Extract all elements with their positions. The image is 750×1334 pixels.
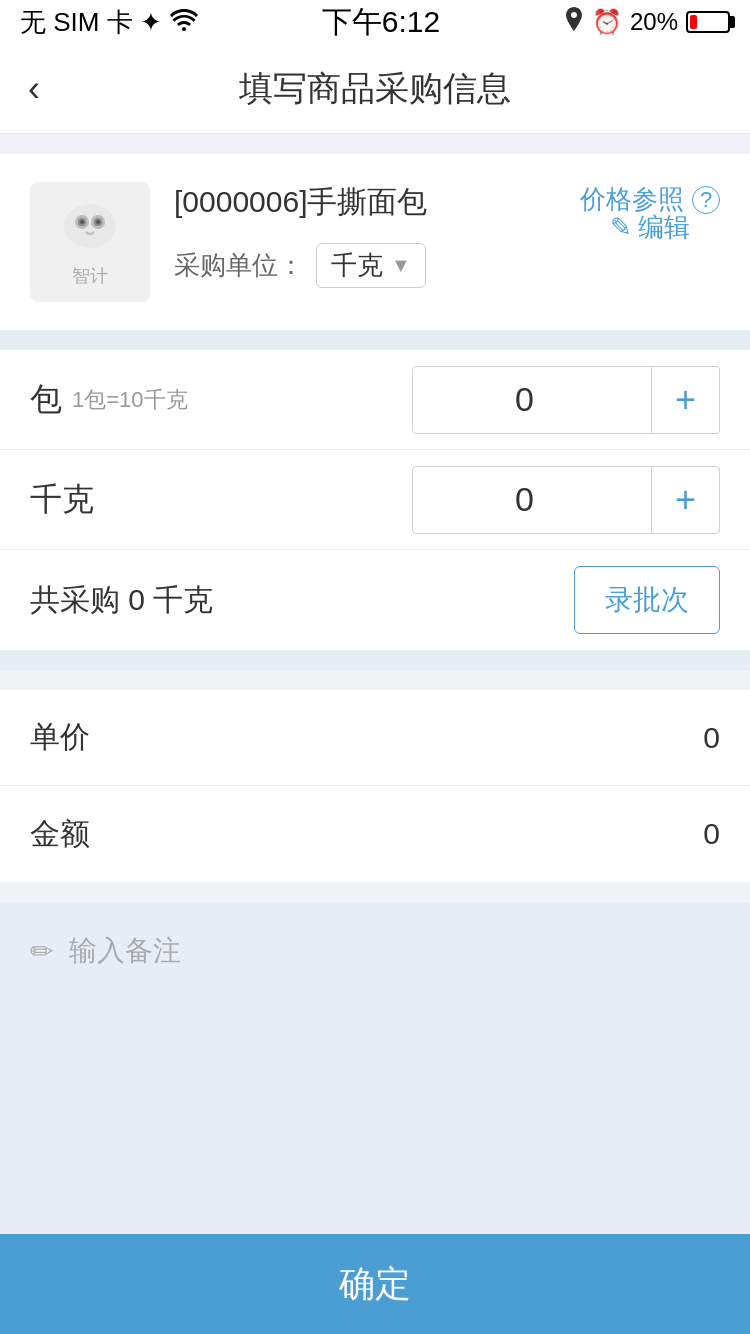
wifi-icon — [170, 7, 198, 38]
record-batch-button[interactable]: 录批次 — [574, 566, 720, 634]
section-divider-2 — [0, 650, 750, 670]
input-row-bao: 包 1包=10千克 + — [0, 350, 750, 450]
pencil-icon: ✏ — [30, 935, 53, 968]
bao-plus-button[interactable]: + — [652, 366, 720, 434]
status-left: 无 SIM 卡 ✦ — [20, 5, 198, 40]
product-logo-icon — [60, 196, 120, 260]
svg-point-6 — [96, 220, 100, 224]
price-section: 单价 0 金额 0 — [0, 690, 750, 882]
bao-sublabel: 1包=10千克 — [72, 385, 188, 415]
note-section[interactable]: ✏ 输入备注 — [0, 902, 750, 1000]
unit-price-value: 0 — [703, 721, 720, 755]
bao-input-group: + — [412, 366, 720, 434]
help-icon: ? — [692, 186, 720, 214]
price-ref-button[interactable]: 价格参照 ? — [580, 182, 720, 217]
unit-selector[interactable]: 千克 ▼ — [316, 243, 426, 288]
back-button[interactable]: ‹ — [28, 68, 40, 110]
amount-row: 金额 0 — [0, 786, 750, 882]
battery-percent: 20% — [630, 8, 678, 36]
battery-icon — [686, 11, 730, 33]
unit-value: 千克 — [331, 248, 383, 283]
nav-bar: ‹ 填写商品采购信息 — [0, 44, 750, 134]
amount-label: 金额 — [30, 814, 90, 855]
amount-value: 0 — [703, 817, 720, 851]
unit-price-row: 单价 0 — [0, 690, 750, 786]
summary-row: 共采购 0 千克 录批次 — [0, 550, 750, 650]
status-time: 下午6:12 — [322, 2, 440, 43]
sim-signal: 无 SIM 卡 ✦ — [20, 5, 162, 40]
input-row-kg: 千克 + — [0, 450, 750, 550]
kg-input-group: + — [412, 466, 720, 534]
product-image-sublabel: 智计 — [72, 264, 108, 288]
product-image: 智计 — [30, 182, 150, 302]
product-unit-row: 采购单位： 千克 ▼ — [174, 243, 720, 288]
svg-point-0 — [64, 204, 116, 248]
kg-plus-button[interactable]: + — [652, 466, 720, 534]
page-title: 填写商品采购信息 — [239, 66, 511, 112]
status-right: ⏰ 20% — [564, 7, 730, 37]
unit-label: 采购单位： — [174, 248, 304, 283]
location-icon — [564, 7, 584, 37]
summary-text: 共采购 0 千克 — [30, 580, 213, 621]
unit-price-label: 单价 — [30, 717, 90, 758]
confirm-button[interactable]: 确定 — [0, 1234, 750, 1334]
bao-label: 包 — [30, 378, 62, 422]
dropdown-icon: ▼ — [391, 254, 411, 277]
kg-input[interactable] — [412, 466, 652, 534]
price-ref-label: 价格参照 — [580, 182, 684, 217]
note-placeholder: 输入备注 — [69, 932, 181, 970]
section-divider-1 — [0, 330, 750, 350]
kg-label: 千克 — [30, 478, 94, 522]
alarm-icon: ⏰ — [592, 8, 622, 36]
status-bar: 无 SIM 卡 ✦ 下午6:12 ⏰ 20% — [0, 0, 750, 44]
bao-input[interactable] — [412, 366, 652, 434]
product-card: 智计 [0000006]手撕面包 采购单位： 千克 ▼ ✎ 编辑 价格参照 ? — [0, 154, 750, 330]
svg-point-5 — [80, 220, 84, 224]
